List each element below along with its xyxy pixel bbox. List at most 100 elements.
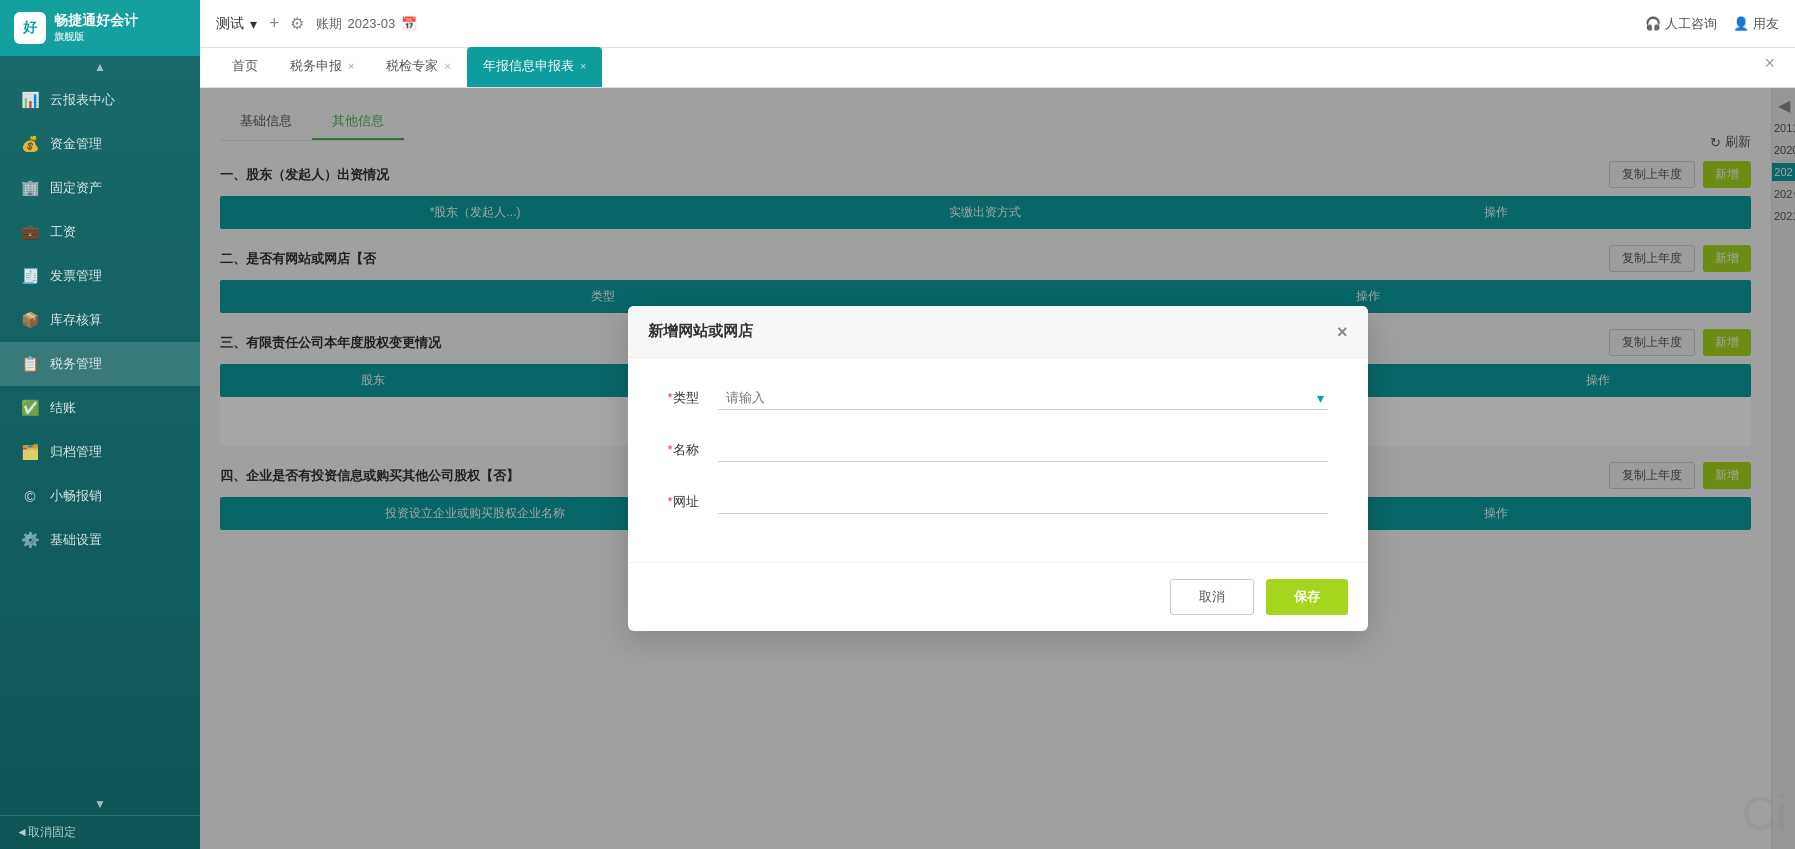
modal-title: 新增网站或网店 <box>648 322 753 341</box>
save-button[interactable]: 保存 <box>1266 579 1348 615</box>
period-label: 账期 <box>316 15 342 33</box>
logo-text: 畅捷通好会计 <box>54 12 138 30</box>
sidebar-item-label: 小畅报销 <box>50 487 102 505</box>
logo-sub: 旗舰版 <box>54 30 138 44</box>
user-label: 用友 <box>1753 15 1779 33</box>
payroll-icon: 💼 <box>20 222 40 242</box>
settings-icon: ⚙️ <box>20 530 40 550</box>
fixed-assets-icon: 🏢 <box>20 178 40 198</box>
sidebar-item-invoice[interactable]: 🧾 发票管理 <box>0 254 200 298</box>
topbar: 测试 ▾ + ⚙ 账期 2023-03 📅 🎧 人工咨询 👤 用友 <box>200 0 1795 48</box>
cancel-button[interactable]: 取消 <box>1170 579 1254 615</box>
main-area: 测试 ▾ + ⚙ 账期 2023-03 📅 🎧 人工咨询 👤 用友 首页 <box>200 0 1795 849</box>
consult-label: 人工咨询 <box>1665 15 1717 33</box>
tab-tax-expert-close[interactable]: × <box>444 61 450 72</box>
sidebar-scroll-up[interactable]: ▲ <box>0 56 200 78</box>
name-label: *名称 <box>668 441 718 459</box>
company-dropdown-icon: ▾ <box>250 16 257 32</box>
sidebar-item-fixed-assets[interactable]: 🏢 固定资产 <box>0 166 200 210</box>
type-required-marker: * <box>668 390 673 405</box>
name-input[interactable] <box>718 438 1328 461</box>
sidebar-menu: 📊 云报表中心 💰 资金管理 🏢 固定资产 💼 工资 🧾 发票管理 📦 库存核算… <box>0 78 200 793</box>
type-dropdown-icon[interactable]: ▾ <box>1317 390 1328 406</box>
tab-home-label: 首页 <box>232 57 258 75</box>
add-company-icon[interactable]: + <box>269 13 280 34</box>
logo-icon: 好 <box>14 12 46 44</box>
type-input[interactable] <box>718 386 1317 409</box>
sidebar-item-archive[interactable]: 🗂️ 归档管理 <box>0 430 200 474</box>
type-input-wrapper: ▾ <box>718 386 1328 410</box>
sidebar-item-label: 结账 <box>50 399 76 417</box>
sidebar-item-settings[interactable]: ⚙️ 基础设置 <box>0 518 200 562</box>
headset-icon: 🎧 <box>1645 16 1661 31</box>
tab-tax-expert-label: 税检专家 <box>386 57 438 75</box>
sidebar-item-label: 工资 <box>50 223 76 241</box>
name-input-wrapper <box>718 438 1328 462</box>
company-name: 测试 <box>216 15 244 33</box>
period-display: 账期 2023-03 📅 <box>316 15 418 33</box>
sidebar-item-tax[interactable]: 📋 税务管理 <box>0 342 200 386</box>
sidebar-item-inventory[interactable]: 📦 库存核算 <box>0 298 200 342</box>
sidebar-item-cloud-reports[interactable]: 📊 云报表中心 <box>0 78 200 122</box>
tax-icon: 📋 <box>20 354 40 374</box>
app-logo: 好 畅捷通好会计 旗舰版 <box>0 0 200 56</box>
cloud-reports-icon: 📊 <box>20 90 40 110</box>
invoice-icon: 🧾 <box>20 266 40 286</box>
tab-annual-report[interactable]: 年报信息申报表 × <box>467 47 602 87</box>
tab-annual-report-close[interactable]: × <box>580 61 586 72</box>
form-row-name: *名称 <box>668 438 1328 462</box>
tab-tax-expert[interactable]: 税检专家 × <box>370 47 466 87</box>
sidebar-item-label: 基础设置 <box>50 531 102 549</box>
fund-icon: 💰 <box>20 134 40 154</box>
sidebar: 好 畅捷通好会计 旗舰版 ▲ 📊 云报表中心 💰 资金管理 🏢 固定资产 💼 工… <box>0 0 200 849</box>
settings-icon[interactable]: ⚙ <box>290 14 304 33</box>
tab-tax-declare-label: 税务申报 <box>290 57 342 75</box>
modal-body: *类型 ▾ *名称 <box>628 358 1368 562</box>
url-required-marker: * <box>668 494 673 509</box>
modal-overlay: 新增网站或网店 × *类型 ▾ <box>200 88 1795 849</box>
tab-tax-declare-close[interactable]: × <box>348 61 354 72</box>
content-area: 基础信息 其他信息 ↻ 刷新 一、股东（发起人）出资情况 复制上年度 <box>200 88 1795 849</box>
window-close-button[interactable]: × <box>1760 39 1779 87</box>
period-value: 2023-03 <box>348 16 396 31</box>
form-row-type: *类型 ▾ <box>668 386 1328 410</box>
sidebar-item-label: 发票管理 <box>50 267 102 285</box>
modal-close-button[interactable]: × <box>1337 323 1348 341</box>
sidebar-item-label: 归档管理 <box>50 443 102 461</box>
sidebar-item-label: 云报表中心 <box>50 91 115 109</box>
modal-footer: 取消 保存 <box>628 562 1368 631</box>
sidebar-item-label: 固定资产 <box>50 179 102 197</box>
form-row-url: *网址 <box>668 490 1328 514</box>
user-menu[interactable]: 👤 用友 <box>1733 15 1779 33</box>
topbar-actions: + ⚙ <box>269 13 304 34</box>
sidebar-item-fund[interactable]: 💰 资金管理 <box>0 122 200 166</box>
tab-annual-report-label: 年报信息申报表 <box>483 57 574 75</box>
calendar-icon[interactable]: 📅 <box>401 16 417 31</box>
sidebar-item-checkout[interactable]: ✅ 结账 <box>0 386 200 430</box>
sidebar-item-label: 税务管理 <box>50 355 102 373</box>
sidebar-pin-toggle[interactable]: ◄取消固定 <box>0 815 200 849</box>
tab-tax-declare[interactable]: 税务申报 × <box>274 47 370 87</box>
sidebar-scroll-down[interactable]: ▼ <box>0 793 200 815</box>
tab-home[interactable]: 首页 <box>216 47 274 87</box>
inventory-icon: 📦 <box>20 310 40 330</box>
name-required-marker: * <box>668 442 673 457</box>
topbar-right: 🎧 人工咨询 👤 用友 <box>1645 15 1779 33</box>
url-label: *网址 <box>668 493 718 511</box>
type-label: *类型 <box>668 389 718 407</box>
sidebar-item-xiaochangbao[interactable]: © 小畅报销 <box>0 474 200 518</box>
pin-toggle-label: ◄取消固定 <box>16 824 76 841</box>
sidebar-item-label: 库存核算 <box>50 311 102 329</box>
checkout-icon: ✅ <box>20 398 40 418</box>
archive-icon: 🗂️ <box>20 442 40 462</box>
url-input[interactable] <box>718 490 1328 513</box>
sidebar-item-payroll[interactable]: 💼 工资 <box>0 210 200 254</box>
url-input-wrapper <box>718 490 1328 514</box>
consult-button[interactable]: 🎧 人工咨询 <box>1645 15 1717 33</box>
company-selector[interactable]: 测试 ▾ <box>216 15 257 33</box>
user-icon: 👤 <box>1733 16 1749 31</box>
sidebar-item-label: 资金管理 <box>50 135 102 153</box>
modal-add-website: 新增网站或网店 × *类型 ▾ <box>628 306 1368 631</box>
xiaochangbao-icon: © <box>20 486 40 506</box>
main-tabs: 首页 税务申报 × 税检专家 × 年报信息申报表 × × <box>200 48 1795 88</box>
